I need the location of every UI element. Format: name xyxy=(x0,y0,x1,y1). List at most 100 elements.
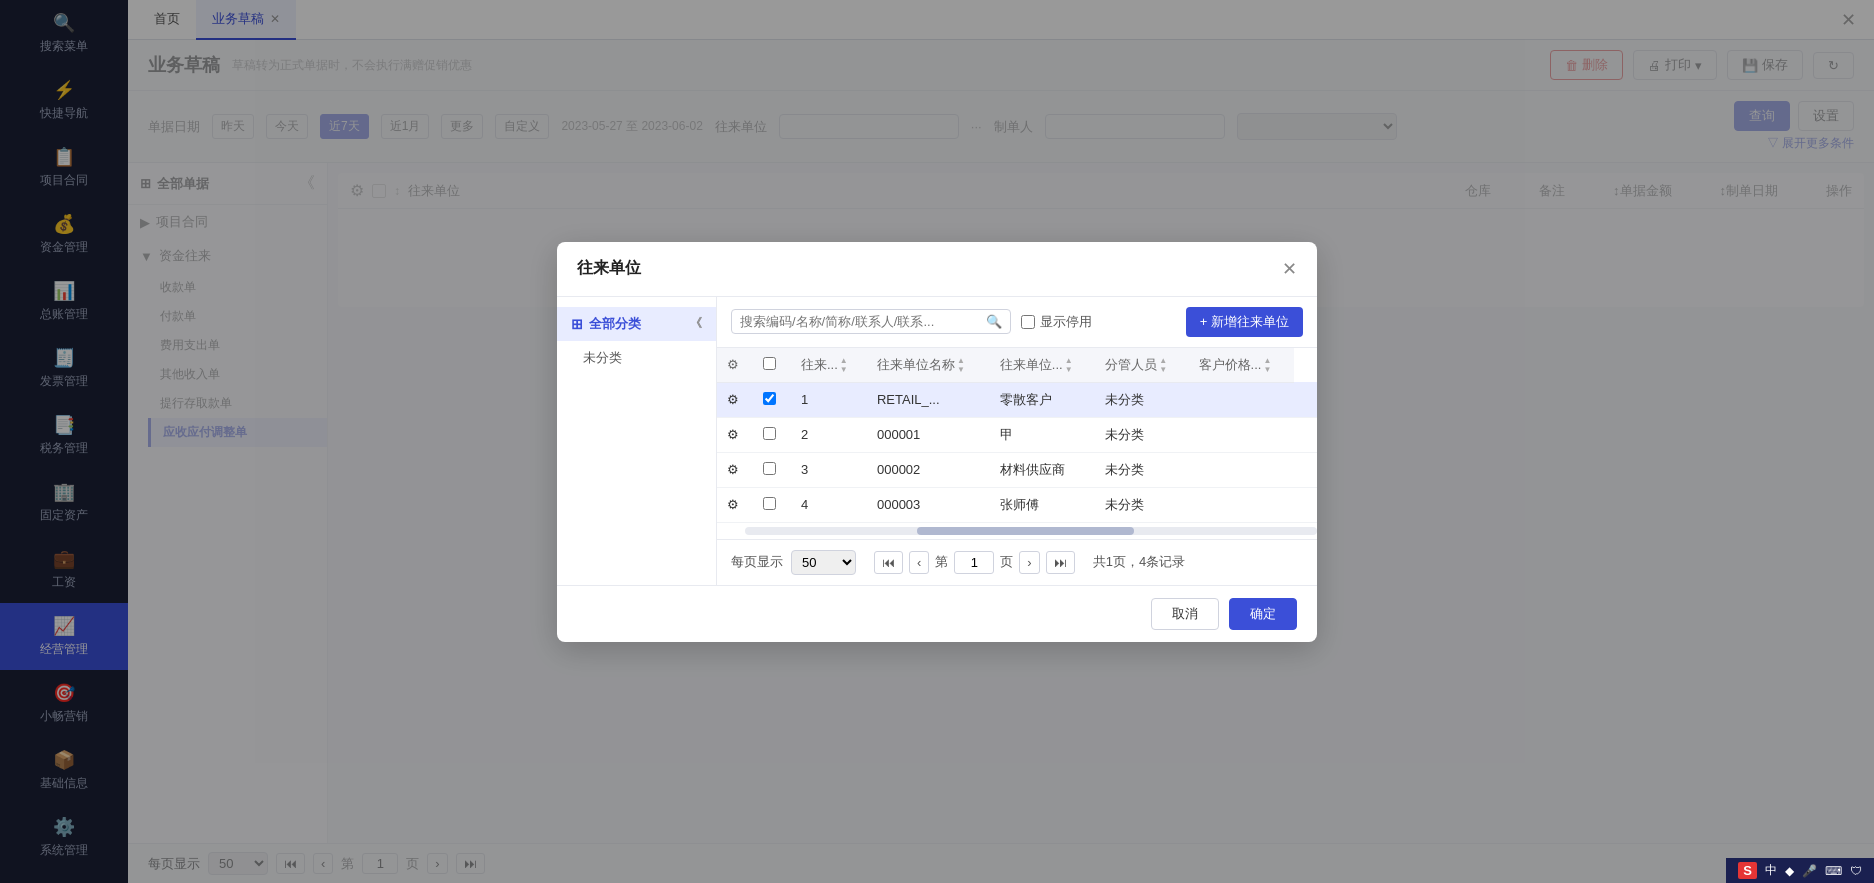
row-code-cell: RETAIL_... xyxy=(867,382,990,417)
table-row[interactable]: ⚙ 1 RETAIL_... 零散客户 未分类 xyxy=(717,382,1317,417)
select-all-checkbox[interactable] xyxy=(763,357,776,370)
row-gear-icon[interactable]: ⚙ xyxy=(727,392,739,407)
dialog-footer: 取消 确定 xyxy=(557,585,1317,642)
dialog-toolbar: 🔍 显示停用 + 新增往来单位 xyxy=(717,297,1317,348)
row-category-cell: 未分类 xyxy=(1095,487,1188,522)
page-prev-button[interactable]: ‹ xyxy=(909,551,929,574)
search-icon: 🔍 xyxy=(986,314,1002,329)
row-check-cell[interactable] xyxy=(753,452,791,487)
page-number-input[interactable] xyxy=(954,551,994,574)
page-last-button[interactable]: ⏭ xyxy=(1046,551,1075,574)
row-code-cell: 000003 xyxy=(867,487,990,522)
row-category-cell: 未分类 xyxy=(1095,417,1188,452)
add-counterparty-button[interactable]: + 新增往来单位 xyxy=(1186,307,1303,337)
show-disabled-label[interactable]: 显示停用 xyxy=(1021,313,1092,331)
row-id-cell: 3 xyxy=(791,452,867,487)
row-check-cell[interactable] xyxy=(753,382,791,417)
total-info: 共1页，4条记录 xyxy=(1093,553,1185,571)
horizontal-scroll-thumb[interactable] xyxy=(917,527,1134,535)
row-category-cell: 未分类 xyxy=(1095,382,1188,417)
settings-col-icon: ⚙ xyxy=(727,357,739,372)
col-header-gear: ⚙ xyxy=(717,348,753,383)
dialog-right-panel: 🔍 显示停用 + 新增往来单位 ⚙ xyxy=(717,297,1317,585)
collapse-arrow-icon[interactable]: 《 xyxy=(690,315,702,332)
row-checkbox[interactable] xyxy=(763,392,776,405)
dialog-table-body: ⚙ 1 RETAIL_... 零散客户 未分类 ⚙ 2 000001 甲 未分类… xyxy=(717,382,1317,522)
row-checkbox[interactable] xyxy=(763,427,776,440)
row-code-cell: 000002 xyxy=(867,452,990,487)
show-disabled-checkbox[interactable] xyxy=(1021,315,1035,329)
confirm-button[interactable]: 确定 xyxy=(1229,598,1297,630)
row-price-cell xyxy=(1294,382,1317,417)
row-checkbox[interactable] xyxy=(763,462,776,475)
dialog-search-box[interactable]: 🔍 xyxy=(731,309,1011,334)
grid-icon: ⊞ xyxy=(571,316,583,332)
dialog-category-unclassified[interactable]: 未分类 xyxy=(557,341,716,375)
table-row[interactable]: ⚙ 3 000002 材料供应商 未分类 xyxy=(717,452,1317,487)
row-gear-cell: ⚙ xyxy=(717,487,753,522)
col-header-manager[interactable]: 分管人员▲▼ xyxy=(1095,348,1188,383)
col-header-price[interactable]: 客户价格...▲▼ xyxy=(1189,348,1295,383)
dialog-title: 往来单位 xyxy=(577,258,641,279)
col-header-check[interactable] xyxy=(753,348,791,383)
row-name-cell: 张师傅 xyxy=(990,487,1096,522)
row-gear-cell: ⚙ xyxy=(717,452,753,487)
per-page-select[interactable]: 50 xyxy=(791,550,856,575)
row-name-cell: 材料供应商 xyxy=(990,452,1096,487)
page-unit: 页 xyxy=(1000,553,1013,571)
row-price-cell xyxy=(1294,487,1317,522)
row-name-cell: 甲 xyxy=(990,417,1096,452)
dialog-header: 往来单位 ✕ xyxy=(557,242,1317,297)
dialog-table: ⚙ 往来...▲▼ 往来单位名称▲▼ 往来单位...▲▼ xyxy=(717,348,1317,523)
row-category-cell: 未分类 xyxy=(1095,452,1188,487)
status-bar: S 中 ◆ 🎤 ⌨ 🛡 xyxy=(1726,858,1874,883)
status-shield-icon: 🛡 xyxy=(1850,864,1862,878)
cancel-button[interactable]: 取消 xyxy=(1151,598,1219,630)
table-row[interactable]: ⚙ 4 000003 张师傅 未分类 xyxy=(717,487,1317,522)
status-keyboard-icon: ⌨ xyxy=(1825,864,1842,878)
col-header-code[interactable]: 往来...▲▼ xyxy=(791,348,867,383)
dialog-table-wrap: ⚙ 往来...▲▼ 往来单位名称▲▼ 往来单位...▲▼ xyxy=(717,348,1317,523)
page-next-button[interactable]: › xyxy=(1019,551,1039,574)
row-gear-icon[interactable]: ⚙ xyxy=(727,497,739,512)
row-manager-cell xyxy=(1189,487,1295,522)
dialog-body: ⊞ 全部分类 《 未分类 🔍 显示停 xyxy=(557,297,1317,585)
page-first-button[interactable]: ⏮ xyxy=(874,551,903,574)
status-cn-icon: 中 xyxy=(1765,862,1777,879)
dialog-left-panel: ⊞ 全部分类 《 未分类 xyxy=(557,297,717,585)
row-gear-cell: ⚙ xyxy=(717,417,753,452)
dialog-table-header-row: ⚙ 往来...▲▼ 往来单位名称▲▼ 往来单位...▲▼ xyxy=(717,348,1317,383)
row-check-cell[interactable] xyxy=(753,417,791,452)
row-price-cell xyxy=(1294,417,1317,452)
row-gear-icon[interactable]: ⚙ xyxy=(727,462,739,477)
counterparty-dialog: 往来单位 ✕ ⊞ 全部分类 《 未分类 xyxy=(557,242,1317,642)
dialog-search-input[interactable] xyxy=(740,314,980,329)
per-page-label: 每页显示 xyxy=(731,553,783,571)
page-nav: ⏮ ‹ 第 页 › ⏭ xyxy=(874,551,1075,574)
row-manager-cell xyxy=(1189,452,1295,487)
status-mic-icon: 🎤 xyxy=(1802,864,1817,878)
table-row[interactable]: ⚙ 2 000001 甲 未分类 xyxy=(717,417,1317,452)
dialog-overlay: 往来单位 ✕ ⊞ 全部分类 《 未分类 xyxy=(0,0,1874,883)
all-category-label: 全部分类 xyxy=(589,315,641,333)
row-manager-cell xyxy=(1189,417,1295,452)
row-id-cell: 2 xyxy=(791,417,867,452)
row-checkbox[interactable] xyxy=(763,497,776,510)
horizontal-scrollbar[interactable] xyxy=(745,527,1317,535)
col-header-name[interactable]: 往来单位名称▲▼ xyxy=(867,348,990,383)
row-gear-cell: ⚙ xyxy=(717,382,753,417)
col-header-category[interactable]: 往来单位...▲▼ xyxy=(990,348,1096,383)
row-name-cell: 零散客户 xyxy=(990,382,1096,417)
status-diamond-icon: ◆ xyxy=(1785,864,1794,878)
dialog-pagination: 每页显示 50 ⏮ ‹ 第 页 › ⏭ 共1页，4条记录 xyxy=(717,539,1317,585)
row-id-cell: 4 xyxy=(791,487,867,522)
unclassified-label: 未分类 xyxy=(583,349,622,367)
row-id-cell: 1 xyxy=(791,382,867,417)
row-price-cell xyxy=(1294,452,1317,487)
row-manager-cell xyxy=(1189,382,1295,417)
status-brand-icon: S xyxy=(1738,862,1757,879)
row-gear-icon[interactable]: ⚙ xyxy=(727,427,739,442)
dialog-close-button[interactable]: ✕ xyxy=(1282,258,1297,280)
dialog-category-all[interactable]: ⊞ 全部分类 《 xyxy=(557,307,716,341)
row-check-cell[interactable] xyxy=(753,487,791,522)
